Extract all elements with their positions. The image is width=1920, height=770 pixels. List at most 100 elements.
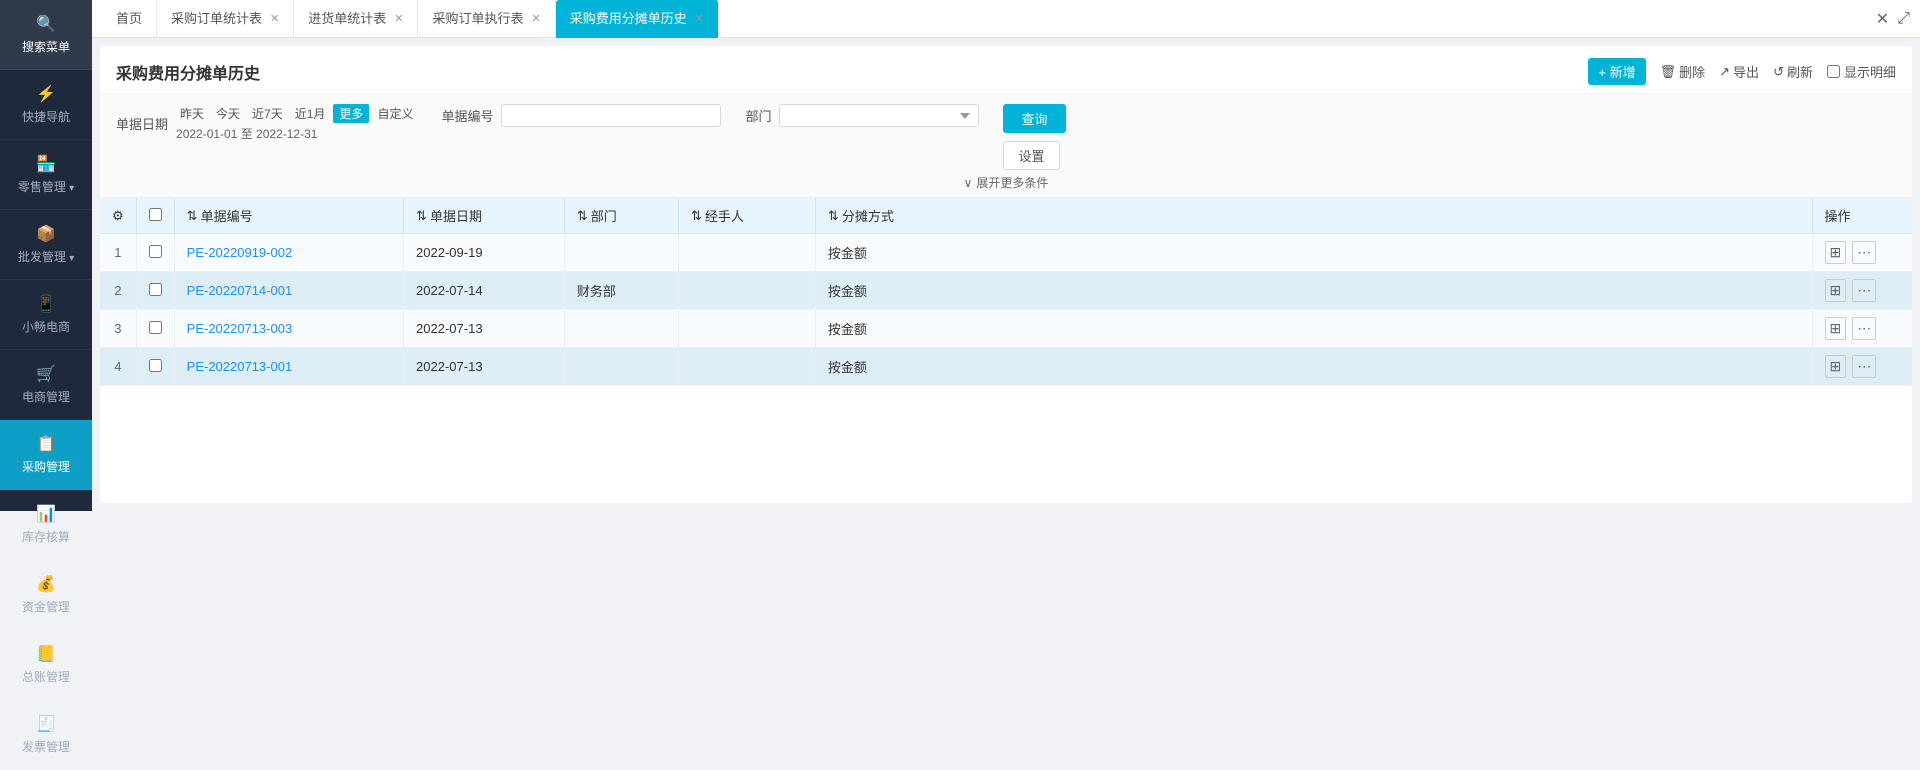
view-action-icon[interactable]: ⊞: [1825, 317, 1847, 340]
close-window-icon[interactable]: ✕: [1876, 9, 1889, 29]
tab-purchase-cost-split[interactable]: 采购费用分摊单历史✕: [556, 0, 719, 38]
sidebar-item-label: 批发管理 ▾: [8, 248, 84, 265]
doc-link[interactable]: PE-20220713-003: [187, 321, 293, 336]
table-row: 2 PE-20220714-001 2022-07-14 财务部 按金额 ⊞ ⋯: [100, 272, 1912, 310]
tab-close-icon[interactable]: ✕: [695, 0, 704, 38]
row-doc-no: PE-20220714-001: [174, 272, 403, 310]
sidebar-item-purchase[interactable]: 📋 采购管理: [0, 420, 92, 490]
tab-purchase-order-exec[interactable]: 采购订单执行表✕: [418, 0, 555, 38]
search-button[interactable]: 查询: [1003, 104, 1065, 133]
delete-button[interactable]: 🗑 删除: [1660, 62, 1706, 81]
row-num: 2: [100, 272, 136, 310]
view-action-icon[interactable]: ⊞: [1825, 355, 1847, 378]
more-action-icon[interactable]: ⋯: [1852, 317, 1876, 340]
mobile-icon: 📱: [8, 294, 84, 314]
row-checkbox[interactable]: [149, 321, 162, 334]
sidebar-item-retail[interactable]: 🏪 零售管理 ▾: [0, 140, 92, 210]
tab-close-icon[interactable]: ✕: [270, 0, 279, 38]
row-handler: [678, 272, 815, 310]
sidebar-item-label: 资金管理: [8, 598, 84, 615]
data-table: ⚙ ⇅ 单据编号 ⇅: [100, 198, 1912, 386]
select-all-checkbox[interactable]: [149, 208, 162, 221]
tab-bar: 首页采购订单统计表✕进货单统计表✕采购订单执行表✕采购费用分摊单历史✕ ✕ ⤢: [92, 0, 1920, 38]
more-action-icon[interactable]: ⋯: [1852, 279, 1876, 302]
sidebar-item-label: 搜索菜单: [8, 38, 84, 55]
row-split-method: 按金额: [815, 234, 1812, 272]
sidebar-item-search[interactable]: 🔍 搜索菜单: [0, 0, 92, 70]
row-actions: ⊞ ⋯: [1812, 234, 1912, 272]
sidebar-item-ecom[interactable]: 🛒 电商管理: [0, 350, 92, 420]
doc-link[interactable]: PE-20220714-001: [187, 283, 293, 298]
date-opt-today[interactable]: 今天: [212, 104, 244, 123]
setting-button[interactable]: 设置: [1003, 141, 1059, 170]
invoice-icon: 🧾: [8, 714, 84, 734]
add-button[interactable]: + 新增: [1588, 58, 1645, 85]
tab-home[interactable]: 首页: [102, 0, 157, 38]
table-row: 3 PE-20220713-003 2022-07-13 按金额 ⊞ ⋯: [100, 310, 1912, 348]
row-checkbox-cell: [136, 310, 174, 348]
sidebar-item-inventory[interactable]: 📊 库存核算: [0, 490, 92, 560]
th-checkbox: [136, 198, 174, 234]
refresh-icon: ↺: [1773, 64, 1784, 80]
maximize-icon[interactable]: ⤢: [1897, 10, 1910, 28]
th-handler[interactable]: ⇅ 经手人: [678, 198, 815, 234]
date-opt-yesterday[interactable]: 昨天: [176, 104, 208, 123]
th-doc-date[interactable]: ⇅ 单据日期: [404, 198, 565, 234]
date-opt-more[interactable]: 更多: [333, 104, 369, 123]
th-doc-no[interactable]: ⇅ 单据编号: [174, 198, 403, 234]
th-action: 操作: [1812, 198, 1912, 234]
row-dept: [564, 348, 678, 386]
row-num: 3: [100, 310, 136, 348]
date-range-text: 2022-01-01 至 2022-12-31: [176, 125, 417, 142]
row-checkbox[interactable]: [149, 283, 162, 296]
sidebar-item-wholesale[interactable]: 📦 批发管理 ▾: [0, 210, 92, 280]
th-split-method[interactable]: ⇅ 分摊方式: [815, 198, 1812, 234]
date-opt-custom[interactable]: 自定义: [373, 104, 417, 123]
expand-more-btn[interactable]: ∨ 展开更多条件: [116, 170, 1896, 191]
tab-label: 采购订单统计表: [171, 0, 262, 38]
sidebar-item-label: 快捷导航: [8, 108, 84, 125]
view-action-icon[interactable]: ⊞: [1825, 279, 1847, 302]
sidebar-item-label: 小畅电商: [8, 318, 84, 335]
sidebar-item-mobile[interactable]: 📱 小畅电商: [0, 280, 92, 350]
view-action-icon[interactable]: ⊞: [1825, 241, 1847, 264]
sidebar-item-quick[interactable]: ⚡ 快捷导航: [0, 70, 92, 140]
row-checkbox[interactable]: [149, 359, 162, 372]
date-opt-1month[interactable]: 近1月: [291, 104, 330, 123]
tab-label: 首页: [116, 0, 142, 38]
quick-icon: ⚡: [8, 84, 84, 104]
sort-icon: ⇅: [187, 208, 198, 224]
sidebar-item-label: 总账管理: [8, 668, 84, 685]
more-action-icon[interactable]: ⋯: [1852, 241, 1876, 264]
retail-icon: 🏪: [8, 154, 84, 174]
main-area: 首页采购订单统计表✕进货单统计表✕采购订单执行表✕采购费用分摊单历史✕ ✕ ⤢ …: [92, 0, 1920, 511]
more-action-icon[interactable]: ⋯: [1852, 355, 1876, 378]
th-gear[interactable]: ⚙: [100, 198, 136, 234]
finance-icon: 💰: [8, 574, 84, 594]
row-checkbox[interactable]: [149, 245, 162, 258]
row-handler: [678, 348, 815, 386]
gear-icon[interactable]: ⚙: [112, 208, 124, 223]
doc-link[interactable]: PE-20220713-001: [187, 359, 293, 374]
sidebar-item-finance[interactable]: 💰 资金管理: [0, 560, 92, 630]
page-header: 采购费用分摊单历史 + 新增 🗑 删除 ↗ 导出 ↺ 刷新 显示明细: [100, 46, 1912, 94]
table-header: ⚙ ⇅ 单据编号 ⇅: [100, 198, 1912, 234]
sidebar: 🔍 搜索菜单⚡ 快捷导航🏪 零售管理 ▾📦 批发管理 ▾📱 小畅电商🛒 电商管理…: [0, 0, 92, 511]
show-detail-checkbox[interactable]: 显示明细: [1827, 62, 1896, 81]
tab-purchase-receive-stat[interactable]: 进货单统计表✕: [294, 0, 418, 38]
export-button[interactable]: ↗ 导出: [1719, 62, 1759, 81]
ecom-icon: 🛒: [8, 364, 84, 384]
docno-filter-group: 单据编号: [441, 104, 721, 127]
sidebar-item-invoice[interactable]: 🧾 发票管理: [0, 700, 92, 770]
refresh-button[interactable]: ↺ 刷新: [1773, 62, 1813, 81]
row-checkbox-cell: [136, 272, 174, 310]
tab-purchase-order-stat[interactable]: 采购订单统计表✕: [157, 0, 294, 38]
dept-select[interactable]: 财务部: [779, 104, 979, 127]
doc-link[interactable]: PE-20220919-002: [187, 245, 293, 260]
date-opt-7days[interactable]: 近7天: [248, 104, 287, 123]
tab-close-icon[interactable]: ✕: [532, 0, 541, 38]
tab-close-icon[interactable]: ✕: [394, 0, 403, 38]
th-dept[interactable]: ⇅ 部门: [564, 198, 678, 234]
sidebar-item-accounting[interactable]: 📒 总账管理: [0, 630, 92, 700]
docno-input[interactable]: [501, 104, 721, 127]
